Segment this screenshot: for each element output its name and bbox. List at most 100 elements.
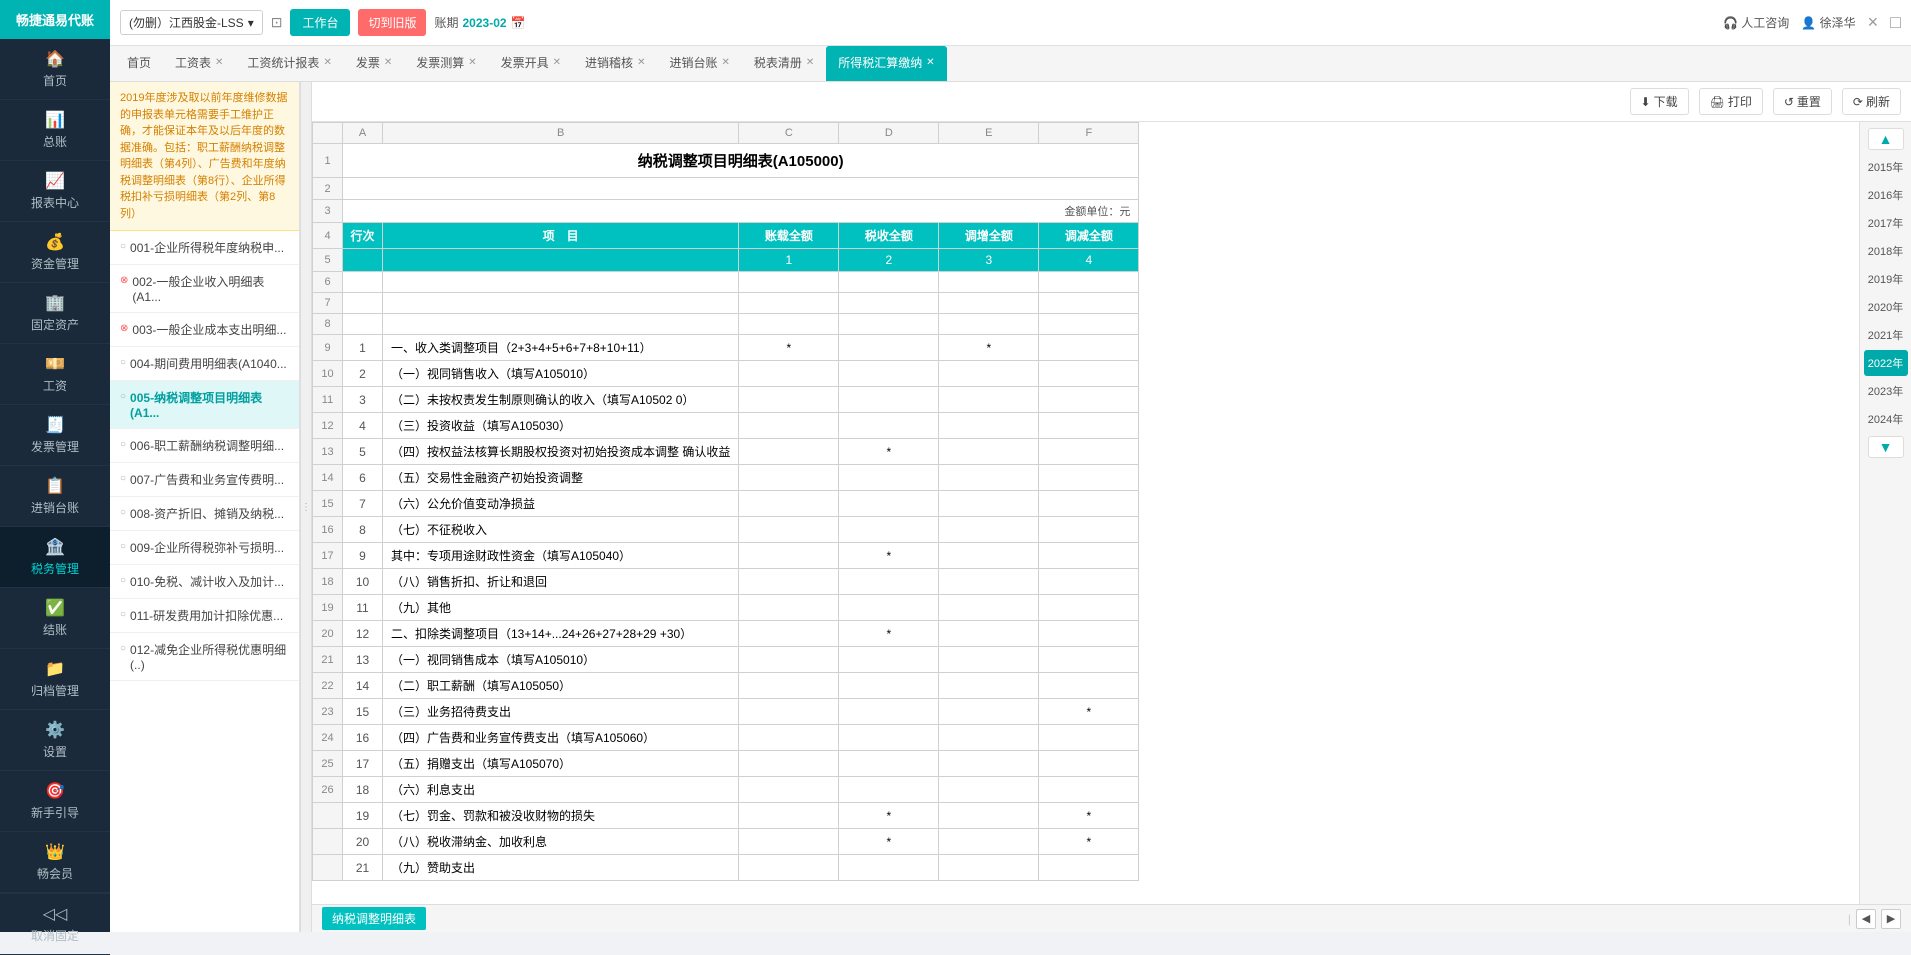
tab-2[interactable]: 工资统计报表✕: [235, 46, 343, 81]
year-item[interactable]: 2015年: [1864, 154, 1908, 180]
list-item-10[interactable]: ○011-研发费用加计扣除优惠...: [110, 599, 299, 633]
item-cell[interactable]: [383, 272, 739, 293]
tab-close-icon[interactable]: ✕: [721, 57, 729, 68]
item-cell[interactable]: （五）捐赠支出（填写A105070）: [383, 751, 739, 777]
v2-cell[interactable]: [839, 699, 939, 725]
support-link[interactable]: 🎧 人工咨询: [1723, 14, 1789, 31]
hang-cell[interactable]: 17: [343, 751, 383, 777]
sidebar-item-畅会员[interactable]: 👑畅会员: [0, 832, 110, 893]
v1-cell[interactable]: [739, 673, 839, 699]
v1-cell[interactable]: [739, 413, 839, 439]
tab-close-icon[interactable]: ✕: [384, 57, 392, 68]
v4-cell[interactable]: [1039, 465, 1139, 491]
sidebar-item-报表中心[interactable]: 📈报表中心: [0, 161, 110, 222]
item-cell[interactable]: （一）视同销售成本（填写A105010）: [383, 647, 739, 673]
hang-cell[interactable]: 7: [343, 491, 383, 517]
tab-6[interactable]: 进销稽核✕: [573, 46, 657, 81]
v3-cell[interactable]: [939, 829, 1039, 855]
item-cell[interactable]: （一）视同销售收入（填写A105010）: [383, 361, 739, 387]
v1-cell[interactable]: [739, 543, 839, 569]
v3-cell[interactable]: [939, 361, 1039, 387]
v2-cell[interactable]: [839, 361, 939, 387]
v3-cell[interactable]: [939, 725, 1039, 751]
tab-1[interactable]: 工资表✕: [163, 46, 235, 81]
year-item[interactable]: 2018年: [1864, 238, 1908, 264]
v2-cell[interactable]: [839, 777, 939, 803]
v4-cell[interactable]: *: [1039, 699, 1139, 725]
sidebar-item-发票管理[interactable]: 🧾发票管理: [0, 405, 110, 466]
tab-close-icon[interactable]: ✕: [926, 57, 934, 68]
sidebar-item-总账[interactable]: 📊总账: [0, 100, 110, 161]
v4-cell[interactable]: [1039, 335, 1139, 361]
tab-close-icon[interactable]: ✕: [553, 57, 561, 68]
v4-cell[interactable]: *: [1039, 803, 1139, 829]
v3-cell[interactable]: [939, 293, 1039, 314]
hang-cell[interactable]: 20: [343, 829, 383, 855]
hang-cell[interactable]: 4: [343, 413, 383, 439]
tab-close-icon[interactable]: ✕: [806, 57, 814, 68]
tab-4[interactable]: 发票测算✕: [404, 46, 488, 81]
v1-cell[interactable]: [739, 595, 839, 621]
v4-cell[interactable]: [1039, 439, 1139, 465]
v1-cell[interactable]: [739, 725, 839, 751]
item-cell[interactable]: （三）投资收益（填写A105030）: [383, 413, 739, 439]
item-cell[interactable]: （八）销售折扣、折让和退回: [383, 569, 739, 595]
hang-cell[interactable]: 11: [343, 595, 383, 621]
hang-cell[interactable]: 2: [343, 361, 383, 387]
item-cell[interactable]: 其中：专项用途财政性资金（填写A105040）: [383, 543, 739, 569]
hang-cell[interactable]: 21: [343, 855, 383, 881]
hang-cell[interactable]: 19: [343, 803, 383, 829]
v3-cell[interactable]: [939, 465, 1039, 491]
list-item-9[interactable]: ○010-免税、减计收入及加计...: [110, 565, 299, 599]
sidebar-item-资金管理[interactable]: 💰资金管理: [0, 222, 110, 283]
v1-cell[interactable]: [739, 569, 839, 595]
v3-cell[interactable]: [939, 517, 1039, 543]
v3-cell[interactable]: [939, 699, 1039, 725]
v2-cell[interactable]: *: [839, 803, 939, 829]
v1-cell[interactable]: [739, 829, 839, 855]
v2-cell[interactable]: *: [839, 829, 939, 855]
item-cell[interactable]: 二、扣除类调整项目（13+14+...24+26+27+28+29 +30）: [383, 621, 739, 647]
item-cell[interactable]: （二）未按权责发生制原则确认的收入（填写A10502 0）: [383, 387, 739, 413]
hang-cell[interactable]: [343, 293, 383, 314]
copy-icon[interactable]: ⊡: [271, 14, 283, 31]
hang-cell[interactable]: 3: [343, 387, 383, 413]
v2-cell[interactable]: [839, 465, 939, 491]
workbench-button[interactable]: 工作台: [290, 9, 350, 36]
v4-cell[interactable]: [1039, 855, 1139, 881]
list-item-5[interactable]: ○006-职工薪酬纳税调整明细...: [110, 429, 299, 463]
item-cell[interactable]: （九）赞助支出: [383, 855, 739, 881]
item-cell[interactable]: [383, 314, 739, 335]
hang-cell[interactable]: 10: [343, 569, 383, 595]
drag-handle[interactable]: ⋮: [300, 82, 312, 932]
v3-cell[interactable]: *: [939, 335, 1039, 361]
hang-cell[interactable]: [343, 314, 383, 335]
v3-cell[interactable]: [939, 272, 1039, 293]
year-item[interactable]: 2024年: [1864, 406, 1908, 432]
v4-cell[interactable]: [1039, 673, 1139, 699]
v1-cell[interactable]: [739, 361, 839, 387]
v1-cell[interactable]: *: [739, 335, 839, 361]
list-item-4[interactable]: ○005-纳税调整项目明细表(A1...: [110, 381, 299, 429]
v3-cell[interactable]: [939, 439, 1039, 465]
v3-cell[interactable]: [939, 413, 1039, 439]
v1-cell[interactable]: [739, 314, 839, 335]
item-cell[interactable]: （四）按权益法核算长期股权投资对初始投资成本调整 确认收益: [383, 439, 739, 465]
tab-9[interactable]: 所得税汇算缴纳✕: [826, 46, 946, 81]
v3-cell[interactable]: [939, 621, 1039, 647]
refresh-button[interactable]: ⟳ 刷新: [1842, 88, 1901, 115]
v2-cell[interactable]: *: [839, 439, 939, 465]
list-item-2[interactable]: ⊗003-一般企业成本支出明细...: [110, 313, 299, 347]
v3-cell[interactable]: [939, 491, 1039, 517]
v2-cell[interactable]: [839, 751, 939, 777]
item-cell[interactable]: （三）业务招待费支出: [383, 699, 739, 725]
year-up-button[interactable]: ▲: [1868, 128, 1904, 150]
v2-cell[interactable]: [839, 335, 939, 361]
scroll-left-button[interactable]: ◀: [1856, 909, 1876, 929]
v2-cell[interactable]: *: [839, 621, 939, 647]
v1-cell[interactable]: [739, 465, 839, 491]
v1-cell[interactable]: [739, 699, 839, 725]
v1-cell[interactable]: [739, 387, 839, 413]
v2-cell[interactable]: [839, 647, 939, 673]
sidebar-item-进销台账[interactable]: 📋进销台账: [0, 466, 110, 527]
